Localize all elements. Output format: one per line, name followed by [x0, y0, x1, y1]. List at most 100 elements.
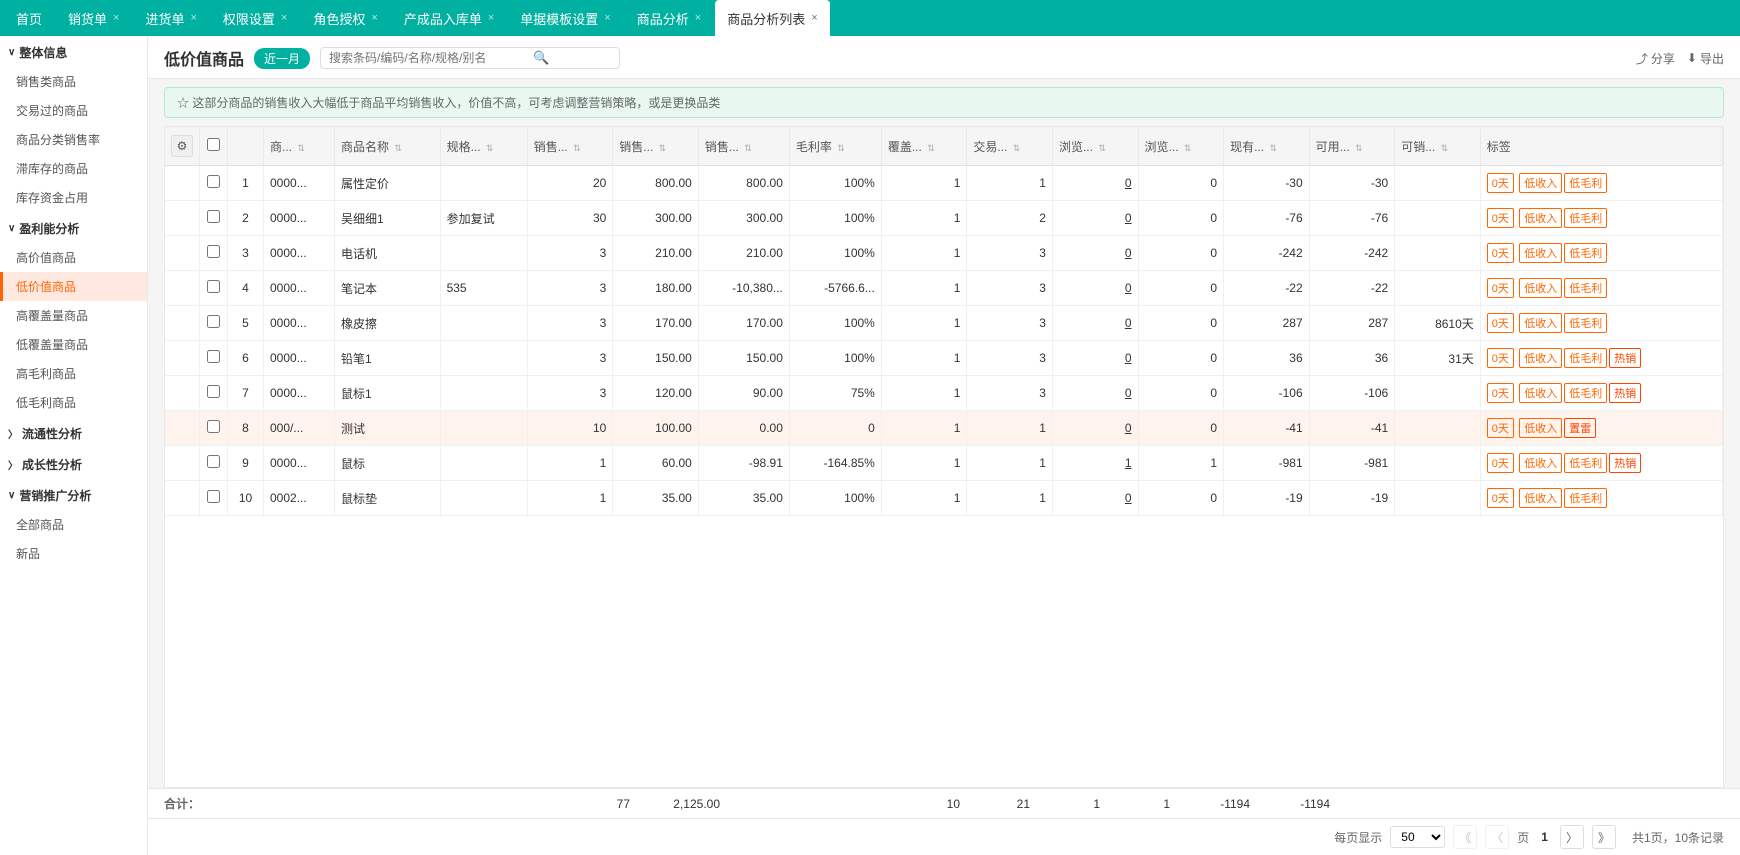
export-icon: ⬇	[1687, 51, 1697, 65]
row-check[interactable]	[207, 490, 220, 503]
last-page-btn[interactable]: 》	[1592, 825, 1616, 849]
export-button[interactable]: ⬇ 导出	[1687, 50, 1724, 67]
row-check[interactable]	[207, 385, 220, 398]
sidebar-item-high-coverage[interactable]: 高覆盖量商品	[0, 301, 147, 330]
row-browse2: 0	[1138, 481, 1224, 516]
tag-days: 0天	[1487, 453, 1514, 473]
row-browse1[interactable]: 0	[1052, 201, 1138, 236]
col-stock[interactable]: 现有... ⇅	[1224, 127, 1310, 166]
nav-analysis-list[interactable]: 商品分析列表 ×	[715, 0, 829, 36]
nav-home[interactable]: 首页	[4, 0, 54, 36]
search-icon[interactable]: 🔍	[533, 50, 549, 66]
sidebar-item-slow[interactable]: 滞库存的商品	[0, 154, 147, 183]
col-sales-profit[interactable]: 销售... ⇅	[698, 127, 789, 166]
row-browse1[interactable]: 0	[1052, 166, 1138, 201]
section-growth[interactable]: 〉 成长性分析	[0, 448, 147, 479]
sidebar-item-high-value[interactable]: 高价值商品	[0, 243, 147, 272]
row-browse1[interactable]: 0	[1052, 236, 1138, 271]
select-all-checkbox[interactable]	[207, 138, 220, 151]
col-browse2[interactable]: 浏览... ⇅	[1138, 127, 1224, 166]
nav-purchase[interactable]: 进货单 ×	[133, 0, 208, 36]
row-check[interactable]	[207, 420, 220, 433]
col-transactions[interactable]: 交易... ⇅	[967, 127, 1053, 166]
col-sales-amount[interactable]: 销售... ⇅	[613, 127, 699, 166]
share-button[interactable]: ⤴ 分享	[1636, 50, 1675, 67]
sidebar-item-category-rate[interactable]: 商品分类销售率	[0, 125, 147, 154]
row-sellable	[1395, 271, 1481, 306]
row-browse2: 0	[1138, 271, 1224, 306]
col-code[interactable]: 商... ⇅	[264, 127, 335, 166]
sidebar-item-low-margin[interactable]: 低毛利商品	[0, 388, 147, 417]
row-checkbox[interactable]	[200, 306, 228, 341]
row-checkbox[interactable]	[200, 376, 228, 411]
nav-analysis[interactable]: 商品分析 ×	[625, 0, 713, 36]
row-browse1[interactable]: 1	[1052, 446, 1138, 481]
section-circulation[interactable]: 〉 流通性分析	[0, 417, 147, 448]
search-box: 🔍	[320, 47, 620, 69]
next-page-btn[interactable]: 〉	[1560, 825, 1584, 849]
row-code: 0000...	[264, 376, 335, 411]
row-browse1[interactable]: 0	[1052, 341, 1138, 376]
nav-permissions[interactable]: 权限设置 ×	[211, 0, 299, 36]
prev-page-btn[interactable]: 〈	[1485, 825, 1509, 849]
col-available[interactable]: 可用... ⇅	[1309, 127, 1395, 166]
row-check[interactable]	[207, 245, 220, 258]
col-settings[interactable]: ⚙	[165, 127, 200, 166]
row-check[interactable]	[207, 210, 220, 223]
sidebar-item-all-products[interactable]: 全部商品	[0, 510, 147, 539]
col-name[interactable]: 商品名称 ⇅	[335, 127, 441, 166]
nav-sales[interactable]: 销货单 ×	[56, 0, 131, 36]
row-checkbox[interactable]	[200, 481, 228, 516]
section-marketing[interactable]: ∨ 营销推广分析	[0, 479, 147, 510]
row-available: -41	[1309, 411, 1395, 446]
nav-products[interactable]: 产成品入库单 ×	[392, 0, 506, 36]
row-browse1[interactable]: 0	[1052, 306, 1138, 341]
row-browse1[interactable]: 0	[1052, 376, 1138, 411]
row-checkbox[interactable]	[200, 271, 228, 306]
sidebar-item-capital[interactable]: 库存资金占用	[0, 183, 147, 212]
sidebar-item-traded[interactable]: 交易过的商品	[0, 96, 147, 125]
tag-item: 低收入	[1519, 173, 1562, 193]
row-checkbox[interactable]	[200, 236, 228, 271]
row-gross-margin: -5766.6...	[789, 271, 881, 306]
row-transactions: 1	[967, 446, 1053, 481]
row-browse1[interactable]: 0	[1052, 481, 1138, 516]
settings-icon[interactable]: ⚙	[171, 135, 193, 157]
row-checkbox[interactable]	[200, 166, 228, 201]
row-checkbox[interactable]	[200, 341, 228, 376]
section-profit[interactable]: ∨ 盈利能分析	[0, 212, 147, 243]
filter-button[interactable]: 近一月	[254, 48, 310, 69]
col-num	[228, 127, 264, 166]
row-browse1[interactable]: 0	[1052, 271, 1138, 306]
col-sellable[interactable]: 可销... ⇅	[1395, 127, 1481, 166]
row-check[interactable]	[207, 315, 220, 328]
row-checkbox[interactable]	[200, 201, 228, 236]
col-sales-qty[interactable]: 销售... ⇅	[527, 127, 613, 166]
nav-templates[interactable]: 单据模板设置 ×	[508, 0, 622, 36]
sidebar-item-sales-products[interactable]: 销售类商品	[0, 67, 147, 96]
table-row: 9 0000... 鼠标 1 60.00 -98.91 -164.85% 1 1…	[165, 446, 1723, 481]
table-row: 1 0000... 属性定价 20 800.00 800.00 100% 1 1…	[165, 166, 1723, 201]
first-page-btn[interactable]: 《	[1453, 825, 1477, 849]
row-check[interactable]	[207, 350, 220, 363]
row-check[interactable]	[207, 455, 220, 468]
search-input[interactable]	[329, 51, 529, 65]
row-check[interactable]	[207, 280, 220, 293]
tag-item: 低毛利	[1564, 313, 1607, 333]
col-gross-margin[interactable]: 毛利率 ⇅	[789, 127, 881, 166]
section-overall[interactable]: ∨ 整体信息	[0, 36, 147, 67]
sidebar-item-new[interactable]: 新品	[0, 539, 147, 568]
nav-roles[interactable]: 角色授权 ×	[301, 0, 389, 36]
sidebar-item-high-margin[interactable]: 高毛利商品	[0, 359, 147, 388]
row-sales-amount: 150.00	[613, 341, 699, 376]
row-check[interactable]	[207, 175, 220, 188]
row-checkbox[interactable]	[200, 446, 228, 481]
row-browse1[interactable]: 0	[1052, 411, 1138, 446]
sidebar-item-low-coverage[interactable]: 低覆盖量商品	[0, 330, 147, 359]
col-browse1[interactable]: 浏览... ⇅	[1052, 127, 1138, 166]
sidebar-item-low-value[interactable]: 低价值商品	[0, 272, 147, 301]
row-checkbox[interactable]	[200, 411, 228, 446]
col-spec[interactable]: 规格... ⇅	[440, 127, 527, 166]
col-coverage[interactable]: 覆盖... ⇅	[881, 127, 967, 166]
page-size-select[interactable]: 50 20 100	[1390, 826, 1445, 848]
